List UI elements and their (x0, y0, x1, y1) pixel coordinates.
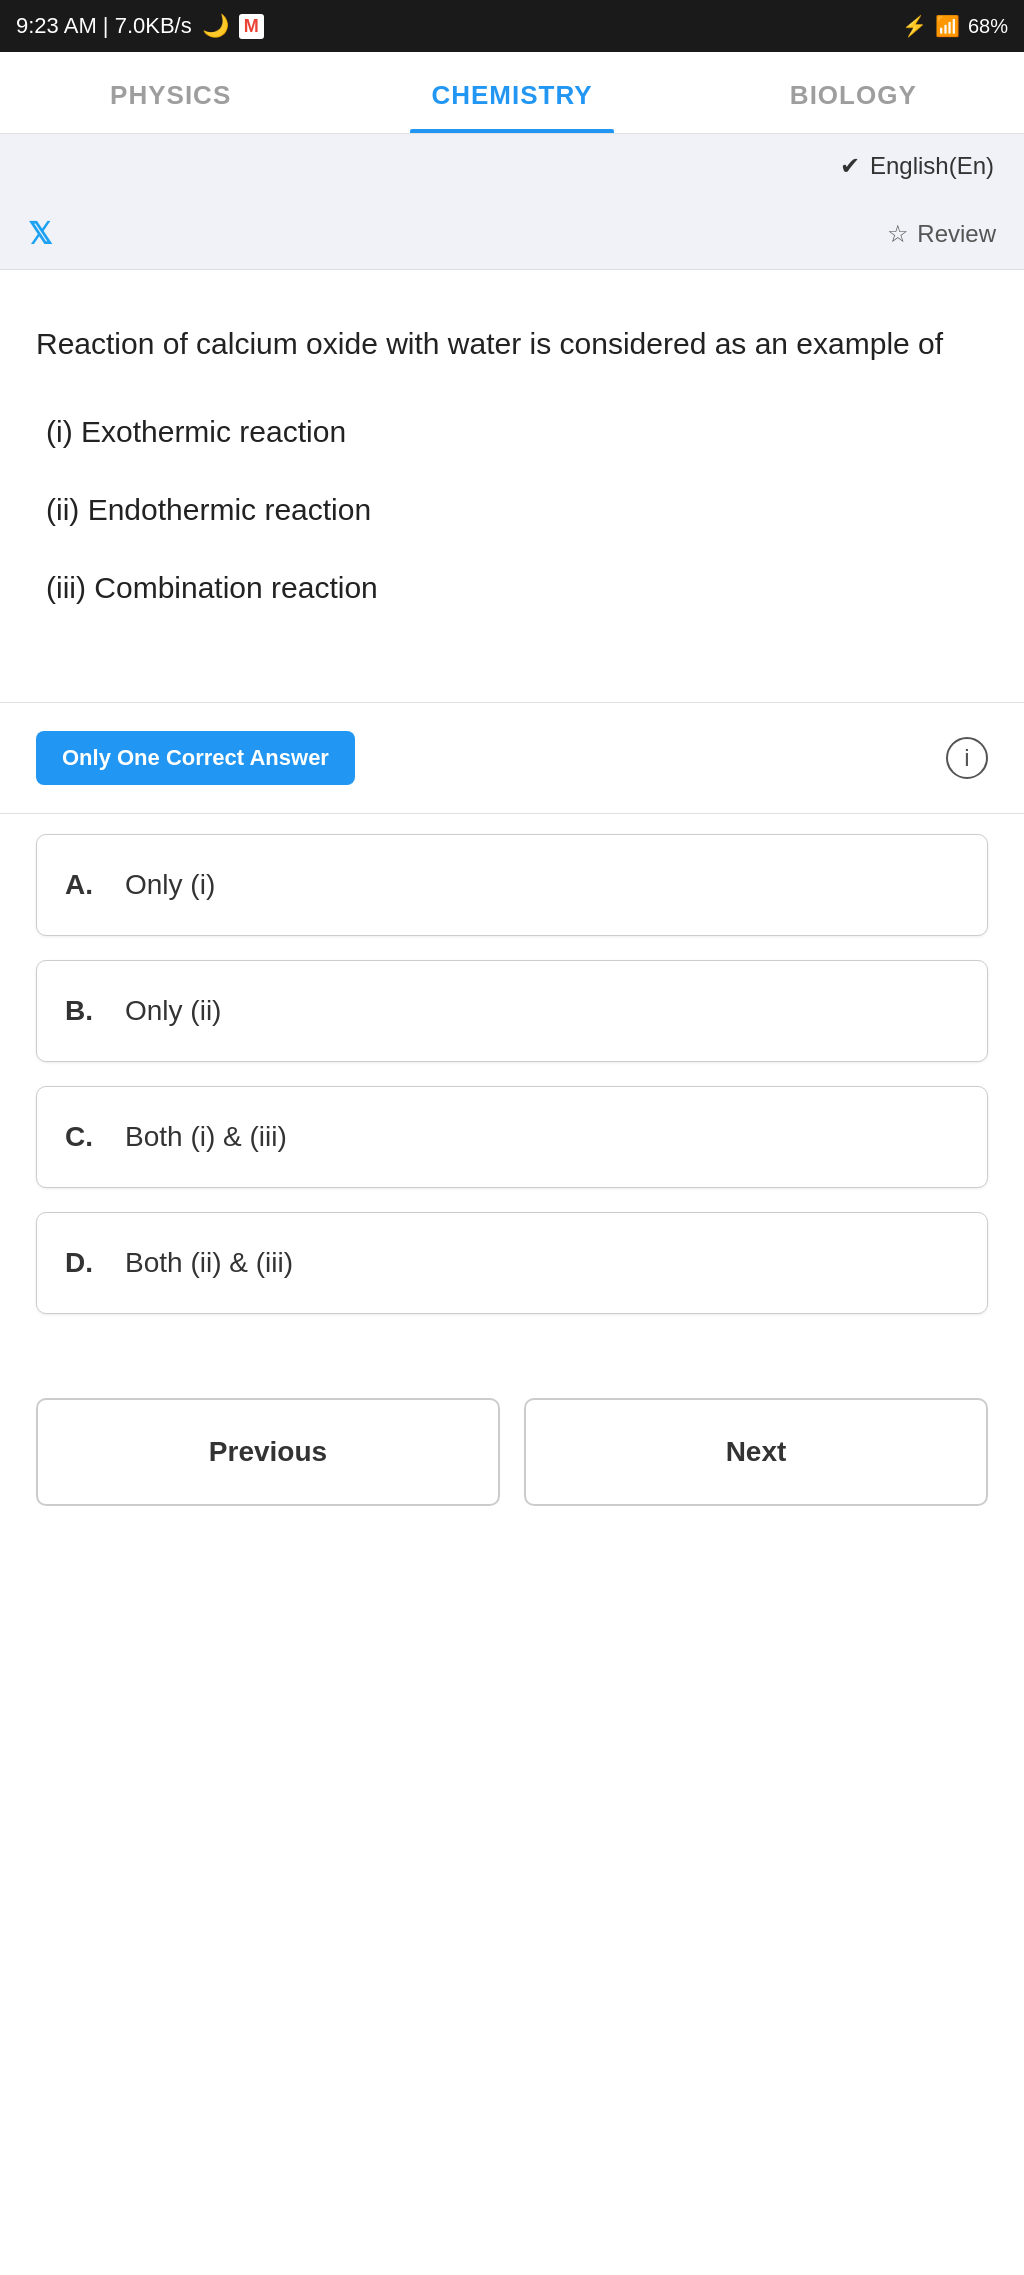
question-option-1: (i) Exothermic reaction (36, 408, 988, 456)
options-section: A. Only (i) B. Only (ii) C. Both (i) & (… (0, 814, 1024, 1358)
review-label: Review (917, 220, 996, 248)
language-label: English(En) (870, 152, 994, 180)
moon-icon: 🌙 (202, 13, 229, 39)
tab-chemistry[interactable]: CHEMISTRY (341, 52, 682, 133)
choice-c[interactable]: C. Both (i) & (iii) (36, 1086, 988, 1188)
tab-navigation: PHYSICS CHEMISTRY BIOLOGY (0, 52, 1024, 134)
action-bar: 𝕏 ☆ Review (0, 198, 1024, 270)
tab-biology[interactable]: BIOLOGY (683, 52, 1024, 133)
info-icon[interactable]: i (946, 737, 988, 779)
twitter-icon[interactable]: 𝕏 (28, 216, 52, 251)
status-left: 9:23 AM | 7.0KB/s 🌙 M (16, 13, 264, 39)
status-bar: 9:23 AM | 7.0KB/s 🌙 M ⚡ 📶 68% (0, 0, 1024, 52)
choice-b[interactable]: B. Only (ii) (36, 960, 988, 1062)
tab-physics[interactable]: PHYSICS (0, 52, 341, 133)
choice-b-letter: B. (65, 995, 101, 1027)
next-button[interactable]: Next (524, 1398, 988, 1506)
choice-d[interactable]: D. Both (ii) & (iii) (36, 1212, 988, 1314)
time-display: 9:23 AM | 7.0KB/s (16, 13, 192, 39)
choice-d-letter: D. (65, 1247, 101, 1279)
answer-type-section: Only One Correct Answer i (0, 702, 1024, 814)
question-text: Reaction of calcium oxide with water is … (36, 320, 988, 368)
bluetooth-icon: ⚡ (902, 14, 927, 38)
choice-a-letter: A. (65, 869, 101, 901)
question-option-3: (iii) Combination reaction (36, 564, 988, 612)
signal-icon: 📶 (935, 14, 960, 38)
answer-type-badge[interactable]: Only One Correct Answer (36, 731, 355, 785)
nav-buttons: Previous Next (0, 1358, 1024, 1566)
choice-a[interactable]: A. Only (i) (36, 834, 988, 936)
question-content: Reaction of calcium oxide with water is … (0, 270, 1024, 672)
status-right: ⚡ 📶 68% (902, 14, 1008, 38)
star-icon: ☆ (887, 220, 909, 248)
question-option-2: (ii) Endothermic reaction (36, 486, 988, 534)
chevron-down-icon: ✔ (840, 152, 860, 180)
review-button[interactable]: ☆ Review (887, 220, 996, 248)
battery-display: 68% (968, 15, 1008, 38)
choice-d-text: Both (ii) & (iii) (125, 1247, 293, 1279)
choice-a-text: Only (i) (125, 869, 215, 901)
language-selector[interactable]: ✔ English(En) (840, 152, 994, 180)
choice-b-text: Only (ii) (125, 995, 221, 1027)
gmail-icon: M (239, 14, 264, 39)
choice-c-text: Both (i) & (iii) (125, 1121, 287, 1153)
language-bar: ✔ English(En) (0, 134, 1024, 198)
choice-c-letter: C. (65, 1121, 101, 1153)
previous-button[interactable]: Previous (36, 1398, 500, 1506)
